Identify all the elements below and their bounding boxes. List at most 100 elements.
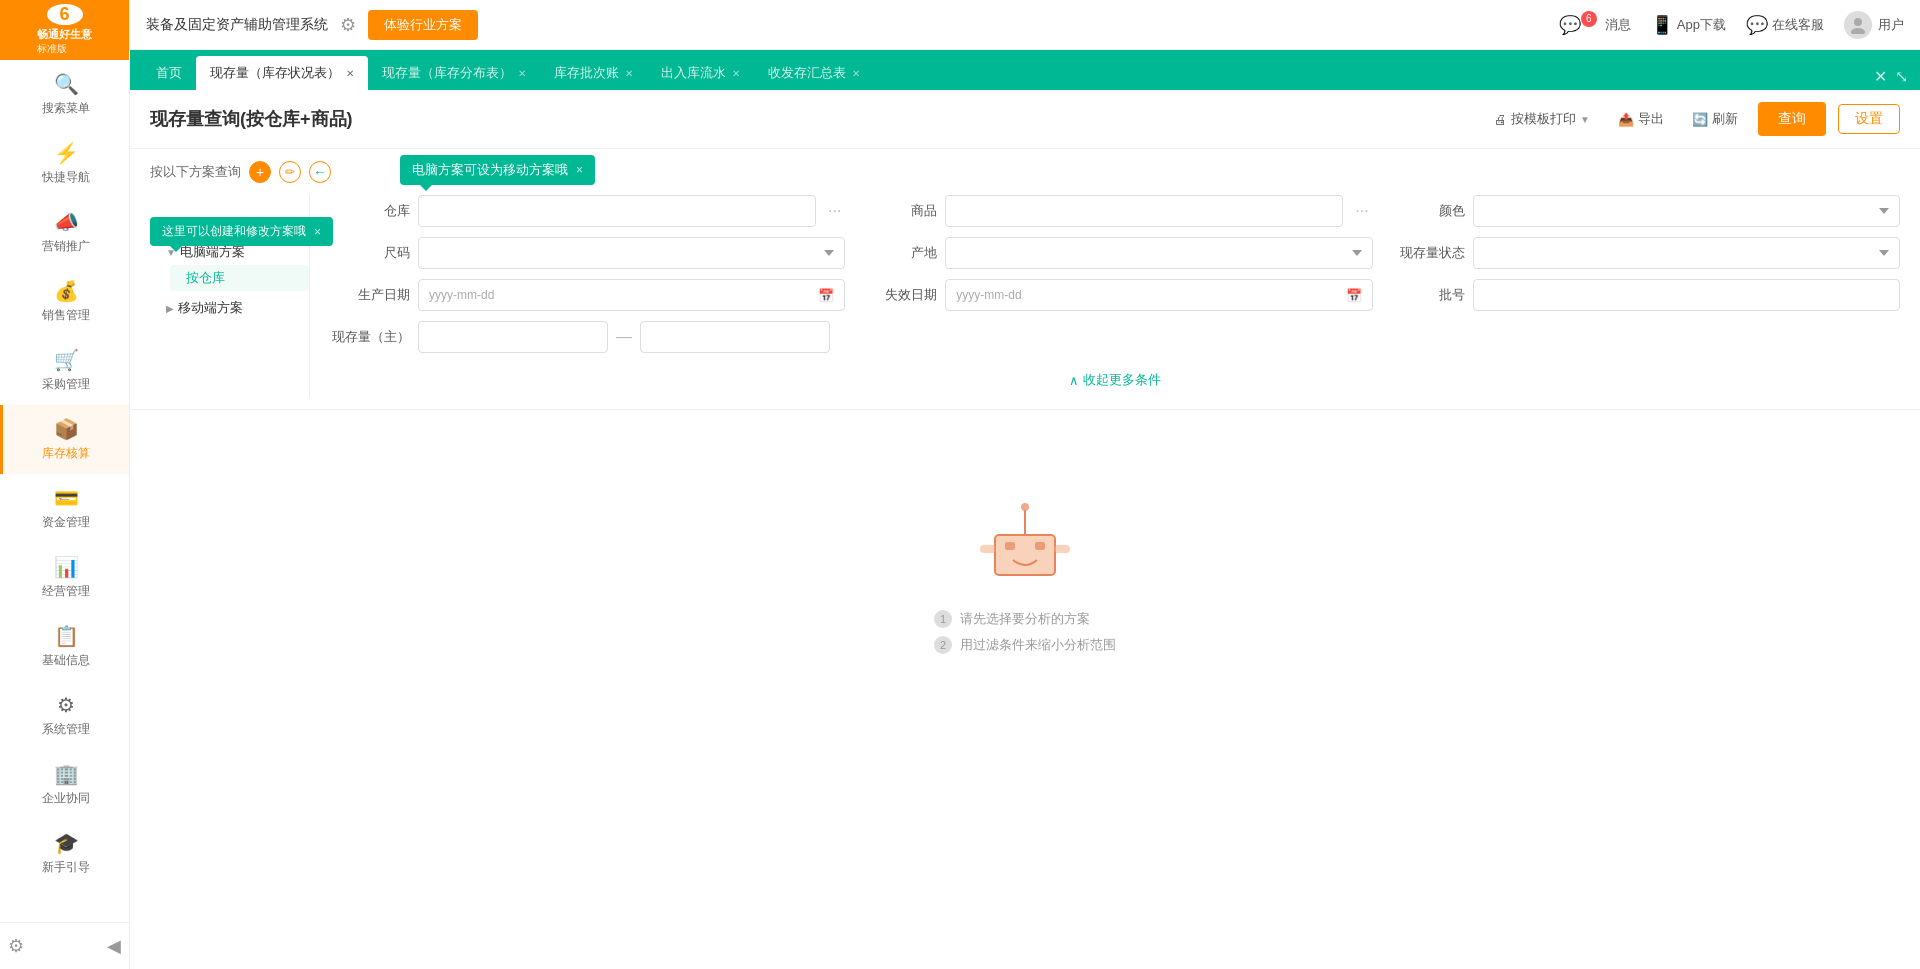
batch-no-input[interactable]: [1473, 279, 1900, 311]
tab-batch[interactable]: 库存批次账 ✕: [540, 56, 647, 90]
topbar: 装备及固定资产辅助管理系统 ⚙ 体验行业方案 💬 6 消息 📱 App下载 💬 …: [130, 0, 1920, 50]
sidebar-item-label: 库存核算: [42, 445, 90, 462]
export-label: 导出: [1638, 110, 1664, 128]
page-content: 现存量查询(按仓库+商品) 🖨 按模板打印 ▼ 📤 导出 🔄 刷新 查询 设置: [130, 90, 1920, 969]
sidebar-item-quick-nav[interactable]: ⚡ 快捷导航: [0, 129, 129, 198]
close-all-tabs-btn[interactable]: ✕: [1874, 67, 1887, 86]
sidebar-item-basic-info[interactable]: 📋 基础信息: [0, 612, 129, 681]
stock-amount-label: 现存量（主）: [330, 328, 410, 346]
scheme-tooltip-close[interactable]: ×: [576, 163, 583, 177]
experience-btn[interactable]: 体验行业方案: [368, 10, 478, 40]
create-tooltip-text: 这里可以创建和修改方案哦: [162, 223, 306, 240]
filter-title: 按以下方案查询: [150, 163, 241, 181]
add-filter-btn[interactable]: +: [249, 161, 271, 183]
origin-select[interactable]: [945, 237, 1372, 269]
create-tooltip: 这里可以创建和修改方案哦 ×: [150, 217, 333, 246]
export-btn[interactable]: 📤 导出: [1610, 106, 1672, 132]
goods-label: 商品: [857, 202, 937, 220]
stock-status-select[interactable]: [1473, 237, 1900, 269]
tab-inventory-dist-close[interactable]: ✕: [518, 68, 526, 79]
svg-rect-5: [1035, 542, 1045, 550]
tab-batch-close[interactable]: ✕: [625, 68, 633, 79]
filter-row-2: 尺码 产地 现存量状态: [330, 237, 1900, 269]
online-service-btn[interactable]: 💬 在线客服: [1746, 14, 1824, 36]
svg-rect-8: [980, 545, 996, 553]
chevron-up-icon: ∧: [1069, 373, 1079, 388]
warehouse-input[interactable]: [418, 195, 816, 227]
sales-icon: 💰: [54, 279, 79, 303]
pc-scheme-item[interactable]: 按仓库: [170, 265, 309, 291]
production-date-label: 生产日期: [330, 286, 410, 304]
warehouse-label: 仓库: [330, 202, 410, 220]
tab-inventory-dist-label: 现存量（库存分布表）: [382, 64, 512, 82]
collapse-more-btn[interactable]: ∧ 收起更多条件: [330, 363, 1900, 397]
filter-row-4: 现存量（主） —: [330, 321, 1900, 353]
production-date-input[interactable]: yyyy-mm-dd 📅: [418, 279, 845, 311]
sidebar-item-enterprise[interactable]: 🏢 企业协同: [0, 750, 129, 819]
sidebar-item-purchase[interactable]: 🛒 采购管理: [0, 336, 129, 405]
stock-amount-min[interactable]: [418, 321, 608, 353]
tab-inventory-status-label: 现存量（库存状况表）: [210, 64, 340, 82]
color-select[interactable]: [1473, 195, 1900, 227]
empty-state: 1 请先选择要分析的方案 2 用过滤条件来缩小分析范围: [130, 410, 1920, 742]
print-arrow-icon: ▼: [1580, 114, 1590, 125]
query-button[interactable]: 查询: [1758, 102, 1826, 136]
quick-nav-icon: ⚡: [54, 141, 79, 165]
system-title: 装备及固定资产辅助管理系统: [146, 16, 328, 34]
tab-inventory-status[interactable]: 现存量（库存状况表） ✕: [196, 56, 368, 90]
settings-icon[interactable]: ⚙: [340, 14, 356, 36]
expiry-date-input[interactable]: yyyy-mm-dd 📅: [945, 279, 1372, 311]
collapse-icon[interactable]: ◀: [107, 935, 121, 957]
mobile-scheme-node[interactable]: ▶ 移动端方案: [150, 295, 309, 321]
mobile-scheme-label: 移动端方案: [178, 299, 243, 317]
print-btn[interactable]: 🖨 按模板打印 ▼: [1486, 106, 1598, 132]
user-area[interactable]: 用户: [1844, 11, 1904, 39]
production-date-placeholder: yyyy-mm-dd: [429, 288, 494, 302]
tab-inventory-status-close[interactable]: ✕: [346, 68, 354, 79]
stock-amount-max[interactable]: [640, 321, 830, 353]
app-download-label: App下载: [1677, 16, 1726, 34]
enterprise-icon: 🏢: [54, 762, 79, 786]
goods-dots-menu[interactable]: ···: [1351, 202, 1372, 220]
sidebar-item-guide[interactable]: 🎓 新手引导: [0, 819, 129, 888]
create-tooltip-close[interactable]: ×: [314, 225, 321, 239]
expand-tabs-btn[interactable]: ⤡: [1895, 67, 1908, 86]
goods-input[interactable]: [945, 195, 1343, 227]
empty-illustration: [975, 490, 1075, 590]
sidebar-item-marketing[interactable]: 📣 营销推广: [0, 198, 129, 267]
sidebar-item-system[interactable]: ⚙ 系统管理: [0, 681, 129, 750]
sidebar-item-sales[interactable]: 💰 销售管理: [0, 267, 129, 336]
set-button[interactable]: 设置: [1838, 104, 1900, 134]
expiry-calendar-icon: 📅: [1346, 288, 1362, 303]
tab-inout[interactable]: 出入库流水 ✕: [647, 56, 754, 90]
app-download-btn[interactable]: 📱 App下载: [1651, 14, 1726, 36]
tab-inout-close[interactable]: ✕: [732, 68, 740, 79]
size-select[interactable]: [418, 237, 845, 269]
tab-collect[interactable]: 收发存汇总表 ✕: [754, 56, 874, 90]
app-icon: 📱: [1651, 14, 1673, 36]
tab-home[interactable]: 首页: [142, 56, 196, 90]
edit-filter-btn[interactable]: ✏: [279, 161, 301, 183]
tip-text-1: 请先选择要分析的方案: [960, 610, 1090, 628]
warehouse-dots-menu[interactable]: ···: [824, 202, 845, 220]
sidebar-bottom: ⚙ ◀: [0, 922, 129, 969]
sidebar-item-finance[interactable]: 💳 资金管理: [0, 474, 129, 543]
stock-status-label: 现存量状态: [1385, 244, 1465, 262]
messages-btn[interactable]: 💬 6 消息: [1559, 14, 1631, 36]
settings-bottom-icon[interactable]: ⚙: [8, 935, 24, 957]
sidebar-item-inventory[interactable]: 📦 库存核算: [0, 405, 129, 474]
back-filter-btn[interactable]: ←: [309, 161, 331, 183]
service-icon: 💬: [1746, 14, 1768, 36]
sidebar-item-search[interactable]: 🔍 搜索菜单: [0, 60, 129, 129]
svg-point-0: [1854, 18, 1862, 26]
sidebar-item-label: 基础信息: [42, 652, 90, 669]
edit-icon: ✏: [285, 165, 295, 179]
print-label: 按模板打印: [1511, 110, 1576, 128]
tab-inventory-dist[interactable]: 现存量（库存分布表） ✕: [368, 56, 540, 90]
sidebar-logo: 6 畅通好生意 标准版: [0, 0, 129, 60]
tab-collect-close[interactable]: ✕: [852, 68, 860, 79]
refresh-btn[interactable]: 🔄 刷新: [1684, 106, 1746, 132]
svg-rect-2: [995, 535, 1055, 575]
sidebar-item-operation[interactable]: 📊 经营管理: [0, 543, 129, 612]
tip-text-2: 用过滤条件来缩小分析范围: [960, 636, 1116, 654]
